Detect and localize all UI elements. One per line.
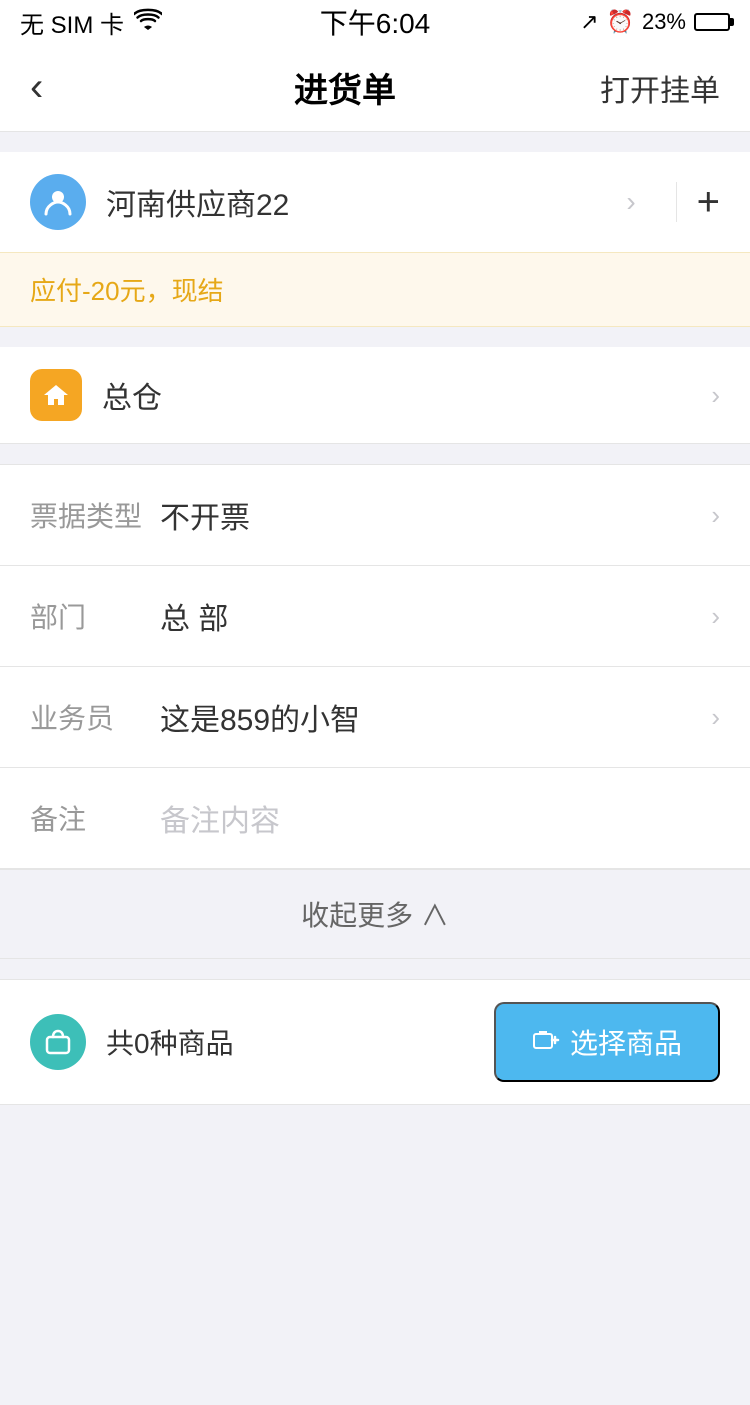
open-hang-button[interactable]: 打开挂单 [600, 66, 720, 110]
battery-percent: 23% [642, 9, 686, 35]
select-product-label: 选择商品 [570, 1022, 682, 1062]
collapse-label: 收起更多 ∧ [301, 900, 449, 931]
department-label: 部门 [30, 596, 150, 636]
supplier-avatar [30, 174, 86, 230]
salesperson-chevron-icon: › [711, 702, 720, 733]
alarm-icon: ⏰ [607, 9, 634, 35]
wifi-icon [134, 8, 162, 37]
page-title: 进货单 [294, 63, 396, 112]
department-chevron-icon: › [711, 601, 720, 632]
supplier-name: 河南供应商22 [106, 180, 626, 224]
department-row[interactable]: 部门 总 部 › [0, 566, 750, 667]
invoice-type-value: 不开票 [160, 493, 711, 537]
location-icon: ↗ [580, 9, 598, 35]
invoice-type-row[interactable]: 票据类型 不开票 › [0, 465, 750, 566]
battery-icon [694, 13, 730, 31]
nav-bar: ‹ 进货单 打开挂单 [0, 44, 750, 132]
back-button[interactable]: ‹ [30, 65, 90, 110]
collapse-button[interactable]: 收起更多 ∧ [0, 869, 750, 959]
warehouse-icon-bg [30, 369, 82, 421]
remark-input[interactable]: 备注内容 [160, 796, 720, 840]
gap-2 [0, 327, 750, 347]
bottom-area [0, 1105, 750, 1405]
department-value: 总 部 [160, 594, 711, 638]
time-display: 下午6:04 [320, 2, 431, 42]
gap-1 [0, 132, 750, 152]
warehouse-chevron-icon: › [711, 380, 720, 411]
salesperson-value: 这是859的小智 [160, 695, 711, 739]
gap-3 [0, 444, 750, 464]
divider [676, 182, 677, 222]
carrier-label: 无 SIM 卡 [20, 5, 124, 40]
product-bar: 共0种商品 选择商品 [0, 979, 750, 1105]
salesperson-label: 业务员 [30, 697, 150, 737]
warehouse-row[interactable]: 总仓 › [0, 347, 750, 444]
salesperson-row[interactable]: 业务员 这是859的小智 › [0, 667, 750, 768]
status-left: 无 SIM 卡 [20, 5, 162, 40]
supplier-chevron-icon: › [626, 186, 635, 218]
invoice-type-label: 票据类型 [30, 495, 150, 535]
status-bar: 无 SIM 卡 下午6:04 ↗ ⏰ 23% [0, 0, 750, 44]
warehouse-label: 总仓 [102, 373, 711, 417]
remark-label: 备注 [30, 798, 150, 838]
gap-4 [0, 959, 750, 979]
select-product-button[interactable]: 选择商品 [494, 1002, 720, 1082]
add-supplier-button[interactable]: + [697, 180, 720, 225]
supplier-row[interactable]: 河南供应商22 › + [0, 152, 750, 252]
notice-text: 应付-20元，现结 [30, 276, 224, 306]
invoice-type-chevron-icon: › [711, 500, 720, 531]
form-card: 票据类型 不开票 › 部门 总 部 › 业务员 这是859的小智 › 备注 备注… [0, 464, 750, 869]
status-right: ↗ ⏰ 23% [580, 9, 730, 35]
notice-banner: 应付-20元，现结 [0, 252, 750, 327]
product-icon-bg [30, 1014, 86, 1070]
remark-row[interactable]: 备注 备注内容 [0, 768, 750, 868]
product-count-label: 共0种商品 [106, 1022, 494, 1062]
